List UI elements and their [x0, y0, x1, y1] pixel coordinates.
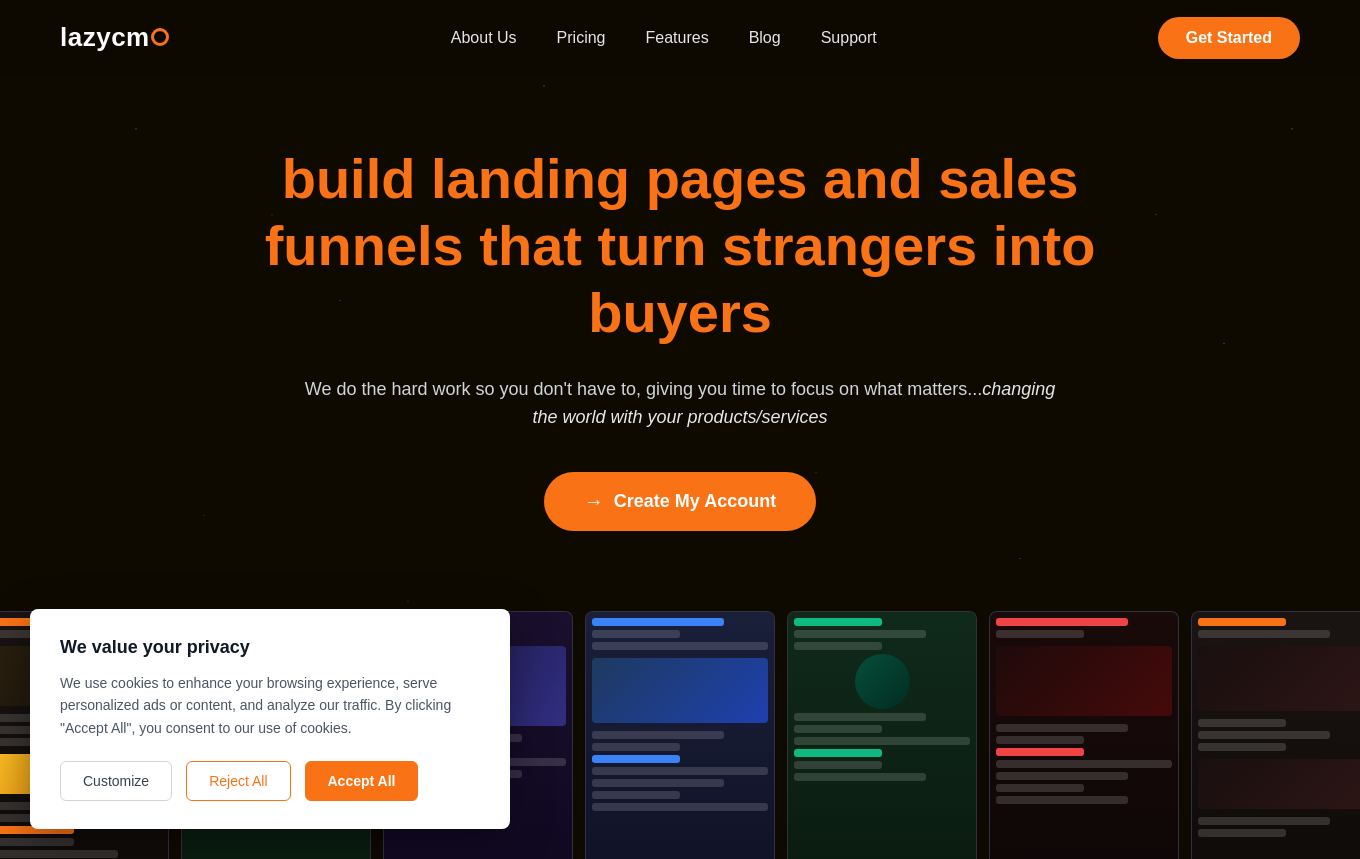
logo-text: lazycm: [60, 22, 150, 53]
gallery-item: [585, 611, 775, 859]
arrow-icon: →: [584, 490, 604, 513]
customize-button[interactable]: Customize: [60, 761, 172, 801]
nav-support[interactable]: Support: [821, 29, 877, 46]
nav-features[interactable]: Features: [645, 29, 708, 46]
nav-pricing[interactable]: Pricing: [557, 29, 606, 46]
navbar: lazycm About Us Pricing Features Blog Su…: [0, 0, 1360, 75]
cookie-banner: We value your privacy We use cookies to …: [30, 609, 510, 829]
hero-title: build landing pages and sales funnels th…: [230, 145, 1130, 347]
cookie-text: We use cookies to enhance your browsing …: [60, 672, 480, 739]
hero-subtitle: We do the hard work so you don't have to…: [300, 375, 1060, 433]
logo-icon: [151, 28, 169, 46]
hero-section: build landing pages and sales funnels th…: [0, 75, 1360, 581]
gallery-item: [989, 611, 1179, 859]
nav-about[interactable]: About Us: [451, 29, 517, 46]
reject-all-button[interactable]: Reject All: [186, 761, 290, 801]
create-account-button[interactable]: → Create My Account: [544, 472, 816, 531]
nav-links: About Us Pricing Features Blog Support: [451, 29, 877, 47]
gallery-item: [1191, 611, 1360, 859]
get-started-button[interactable]: Get Started: [1158, 17, 1300, 59]
cta-label: Create My Account: [614, 491, 776, 512]
accept-all-button[interactable]: Accept All: [305, 761, 419, 801]
cookie-title: We value your privacy: [60, 637, 480, 658]
gallery-item: [787, 611, 977, 859]
nav-blog[interactable]: Blog: [749, 29, 781, 46]
cookie-buttons: Customize Reject All Accept All: [60, 761, 480, 801]
logo[interactable]: lazycm: [60, 22, 170, 53]
